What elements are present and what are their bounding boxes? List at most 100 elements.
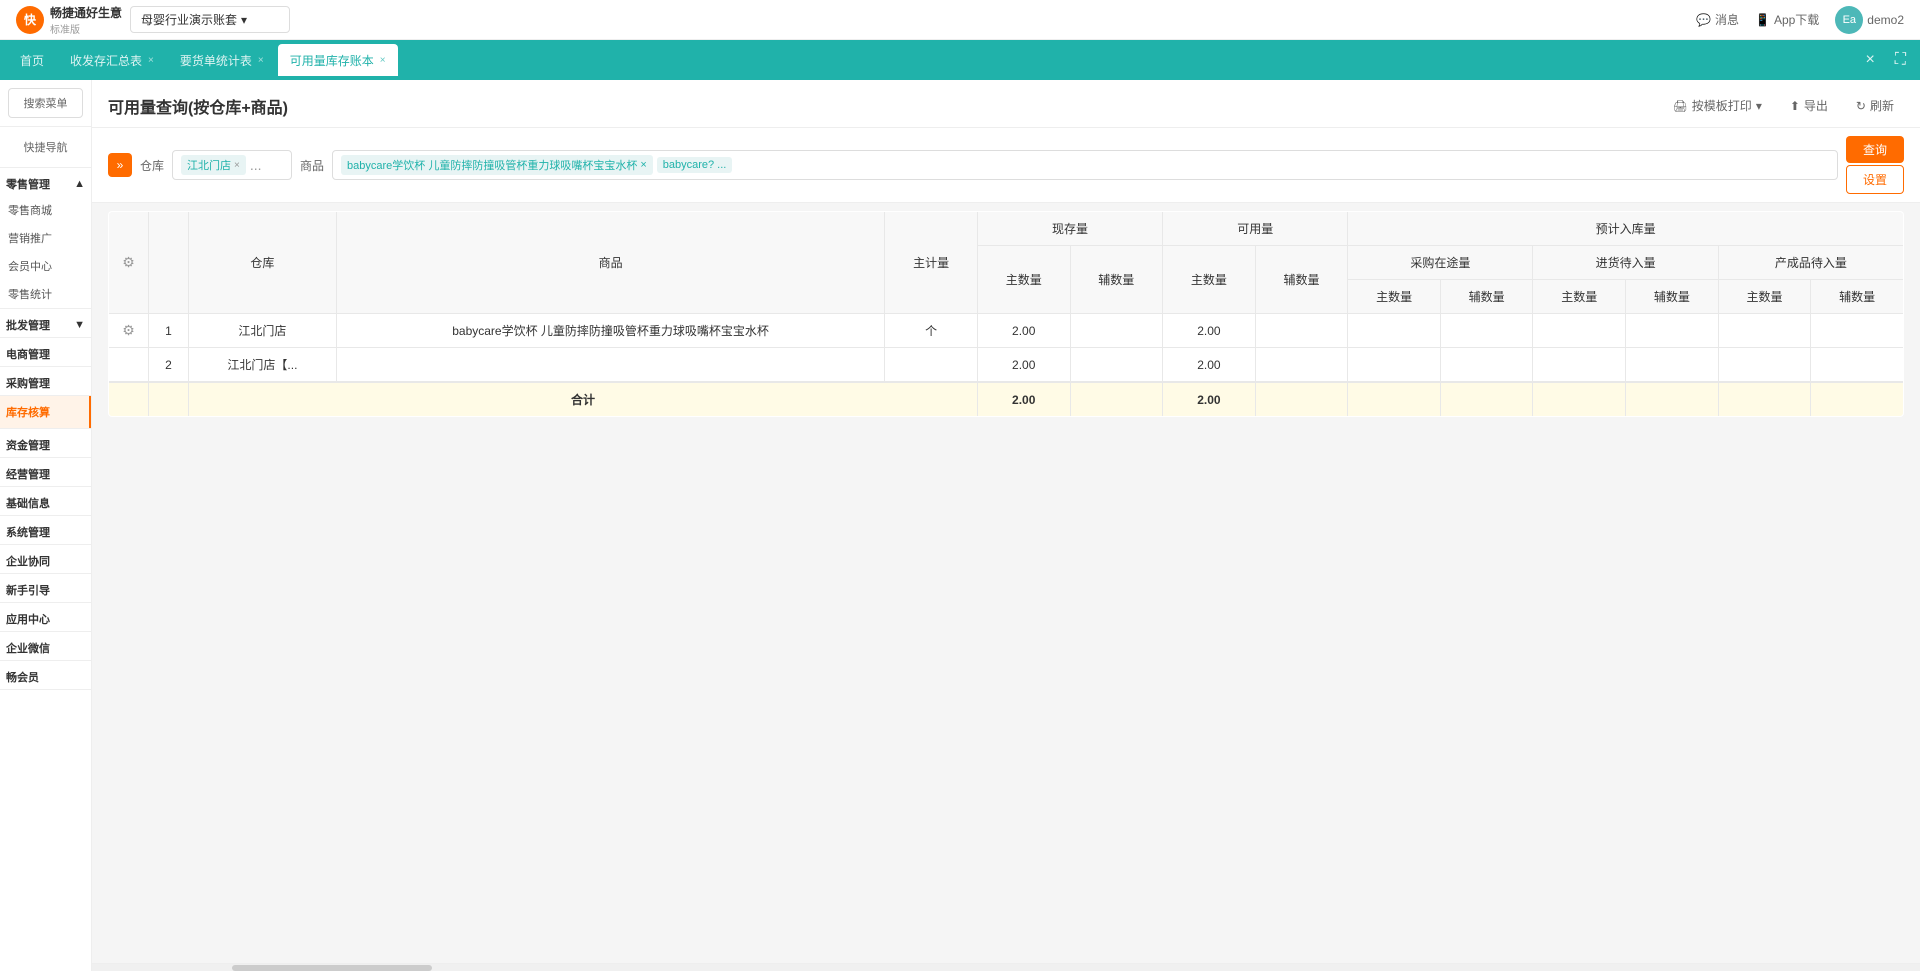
tab-orders-close[interactable]: × (258, 55, 264, 66)
sidebar-item-marketing[interactable]: 营销推广 (0, 224, 91, 252)
message-btn[interactable]: 💬 消息 (1696, 11, 1739, 28)
th-finished-goods-pending: 产成品待入量 (1718, 246, 1903, 280)
summary-finished-sub (1811, 382, 1904, 417)
sidebar-section-enterprise-title[interactable]: 企业协同 (0, 545, 91, 573)
maximize-window-btn[interactable]: ⛶ (1889, 49, 1912, 71)
message-label: 消息 (1715, 11, 1739, 28)
tab-home[interactable]: 首页 (8, 44, 56, 76)
app-download-btn[interactable]: 📱 App下载 (1755, 11, 1819, 28)
sidebar-section-vip-title[interactable]: 畅会员 (0, 661, 91, 689)
sidebar-section-retail-title[interactable]: 零售管理 ▲ (0, 168, 91, 196)
row1-gear-icon[interactable]: ⚙ (122, 322, 135, 338)
th-warehouse: 仓库 (189, 212, 337, 314)
th-available-main: 主数量 (1163, 246, 1256, 314)
row2-finished-sub (1811, 348, 1904, 383)
summary-label: 合计 (189, 382, 978, 417)
sidebar-item-retail-stats[interactable]: 零售统计 (0, 280, 91, 308)
row2-available-main: 2.00 (1163, 348, 1256, 383)
warehouse-tag-remove[interactable]: × (234, 160, 240, 171)
tab-receipts-close[interactable]: × (148, 55, 154, 66)
row1-current-main: 2.00 (977, 314, 1070, 348)
th-current-stock: 现存量 (977, 212, 1162, 246)
row1-product: babycare学饮杯 儿童防摔防撞吸管杯重力球吸嘴杯宝宝水杯 (336, 314, 885, 348)
tab-available-stock[interactable]: 可用量库存账本 × (278, 44, 398, 76)
tab-home-label: 首页 (20, 52, 44, 69)
sidebar-section-inventory: 库存核算 (0, 396, 91, 429)
tab-available-stock-close[interactable]: × (380, 55, 386, 66)
sidebar-section-system: 系统管理 (0, 516, 91, 545)
sidebar-section-wechat-title[interactable]: 企业微信 (0, 632, 91, 660)
wholesale-arrow-icon: ▼ (74, 319, 85, 331)
settings-btn[interactable]: 设置 (1846, 165, 1904, 194)
sidebar-section-ecommerce-title[interactable]: 电商管理 (0, 338, 91, 366)
sidebar-item-member[interactable]: 会员中心 (0, 252, 91, 280)
export-btn[interactable]: ⬆ 导出 (1780, 92, 1838, 119)
print-btn[interactable]: 🖨 按模板打印 ▾ (1663, 92, 1772, 119)
sidebar-section-wholesale-title[interactable]: 批发管理 ▼ (0, 309, 91, 337)
industry-selector-label: 母婴行业演示账套 (141, 11, 237, 28)
row2-gear[interactable] (109, 348, 149, 383)
product-filter[interactable]: babycare学饮杯 儿童防摔防撞吸管杯重力球吸嘴杯宝宝水杯 × babyca… (332, 150, 1838, 180)
sidebar-item-retail-shop[interactable]: 零售商城 (0, 196, 91, 224)
row2-finished-main (1718, 348, 1811, 383)
filter-expand-btn[interactable]: » (108, 153, 132, 177)
bottom-scrollbar[interactable] (92, 963, 1920, 971)
search-menu-btn[interactable]: 搜索菜单 (8, 88, 83, 118)
product-tag-1-remove[interactable]: × (640, 159, 646, 171)
query-btn[interactable]: 查询 (1846, 136, 1904, 163)
th-available: 可用量 (1163, 212, 1348, 246)
th-finished-main: 主数量 (1718, 280, 1811, 314)
summary-purchase-sub (1440, 382, 1533, 417)
username: demo2 (1867, 13, 1904, 27)
th-purchase-in-transit: 采购在途量 (1348, 246, 1533, 280)
finance-title-text: 资金管理 (6, 437, 50, 453)
top-bar-left: 快 畅捷通好生意 标准版 母婴行业演示账套 ▾ (16, 4, 290, 36)
sidebar-section-apps-title[interactable]: 应用中心 (0, 603, 91, 631)
th-planned-in: 预计入库量 (1348, 212, 1904, 246)
print-chevron-icon: ▾ (1756, 99, 1762, 113)
th-current-main: 主数量 (977, 246, 1070, 314)
th-inbound-sub: 辅数量 (1626, 280, 1719, 314)
sidebar-item-quick-nav[interactable]: 快捷导航 (0, 131, 91, 163)
scrollbar-thumb[interactable] (232, 965, 432, 971)
sidebar-section-operations-title[interactable]: 经营管理 (0, 458, 91, 486)
sidebar-section-finance: 资金管理 (0, 429, 91, 458)
content-area: 可用量查询(按仓库+商品) 🖨 按模板打印 ▾ ⬆ 导出 ↻ 刷新 » (92, 80, 1920, 971)
sidebar-section-system-title[interactable]: 系统管理 (0, 516, 91, 544)
close-window-btn[interactable]: × (1859, 49, 1880, 71)
tab-receipts-label: 收发存汇总表 (70, 52, 142, 69)
th-unit: 主计量 (885, 212, 978, 314)
sidebar-section-basic: 基础信息 (0, 487, 91, 516)
refresh-btn[interactable]: ↻ 刷新 (1846, 92, 1904, 119)
industry-selector[interactable]: 母婴行业演示账套 ▾ (130, 6, 290, 33)
sidebar-search: 搜索菜单 (0, 80, 91, 127)
product-label: 商品 (300, 157, 324, 174)
export-label: 导出 (1804, 97, 1828, 114)
user-profile[interactable]: Ea demo2 (1835, 6, 1904, 34)
data-table: ⚙ 仓库 商品 主计量 现存量 可用量 预计入库量 主数量 辅数量 主数量 (108, 211, 1904, 417)
app-icon: 📱 (1755, 13, 1770, 27)
sidebar-section-basic-title[interactable]: 基础信息 (0, 487, 91, 515)
retail-arrow-icon: ▲ (74, 178, 85, 190)
table-row: ⚙ 1 江北门店 babycare学饮杯 儿童防摔防撞吸管杯重力球吸嘴杯宝宝水杯… (109, 314, 1904, 348)
sidebar-section-newbie: 新手引导 (0, 574, 91, 603)
tab-receipts[interactable]: 收发存汇总表 × (58, 44, 166, 76)
sidebar-section-inventory-title[interactable]: 库存核算 (0, 396, 91, 428)
brand-logo: 快 畅捷通好生意 标准版 (16, 4, 122, 36)
summary-finished-main (1718, 382, 1811, 417)
sidebar-section-newbie-title[interactable]: 新手引导 (0, 574, 91, 602)
tab-orders[interactable]: 要货单统计表 × (168, 44, 276, 76)
row2-available-sub (1255, 348, 1348, 383)
row1-unit: 个 (885, 314, 978, 348)
row1-inbound-main (1533, 314, 1626, 348)
summary-gear (109, 382, 149, 417)
sidebar-section-purchase-title[interactable]: 采购管理 (0, 367, 91, 395)
gear-icon[interactable]: ⚙ (122, 254, 135, 270)
row1-gear[interactable]: ⚙ (109, 314, 149, 348)
warehouse-filter[interactable]: 江北门店 × ... (172, 150, 292, 180)
page-actions: 🖨 按模板打印 ▾ ⬆ 导出 ↻ 刷新 (1663, 92, 1904, 119)
row1-finished-main (1718, 314, 1811, 348)
table-row: 2 江北门店【... 2.00 2.00 (109, 348, 1904, 383)
sidebar-section-finance-title[interactable]: 资金管理 (0, 429, 91, 457)
warehouse-dots[interactable]: ... (250, 157, 262, 173)
